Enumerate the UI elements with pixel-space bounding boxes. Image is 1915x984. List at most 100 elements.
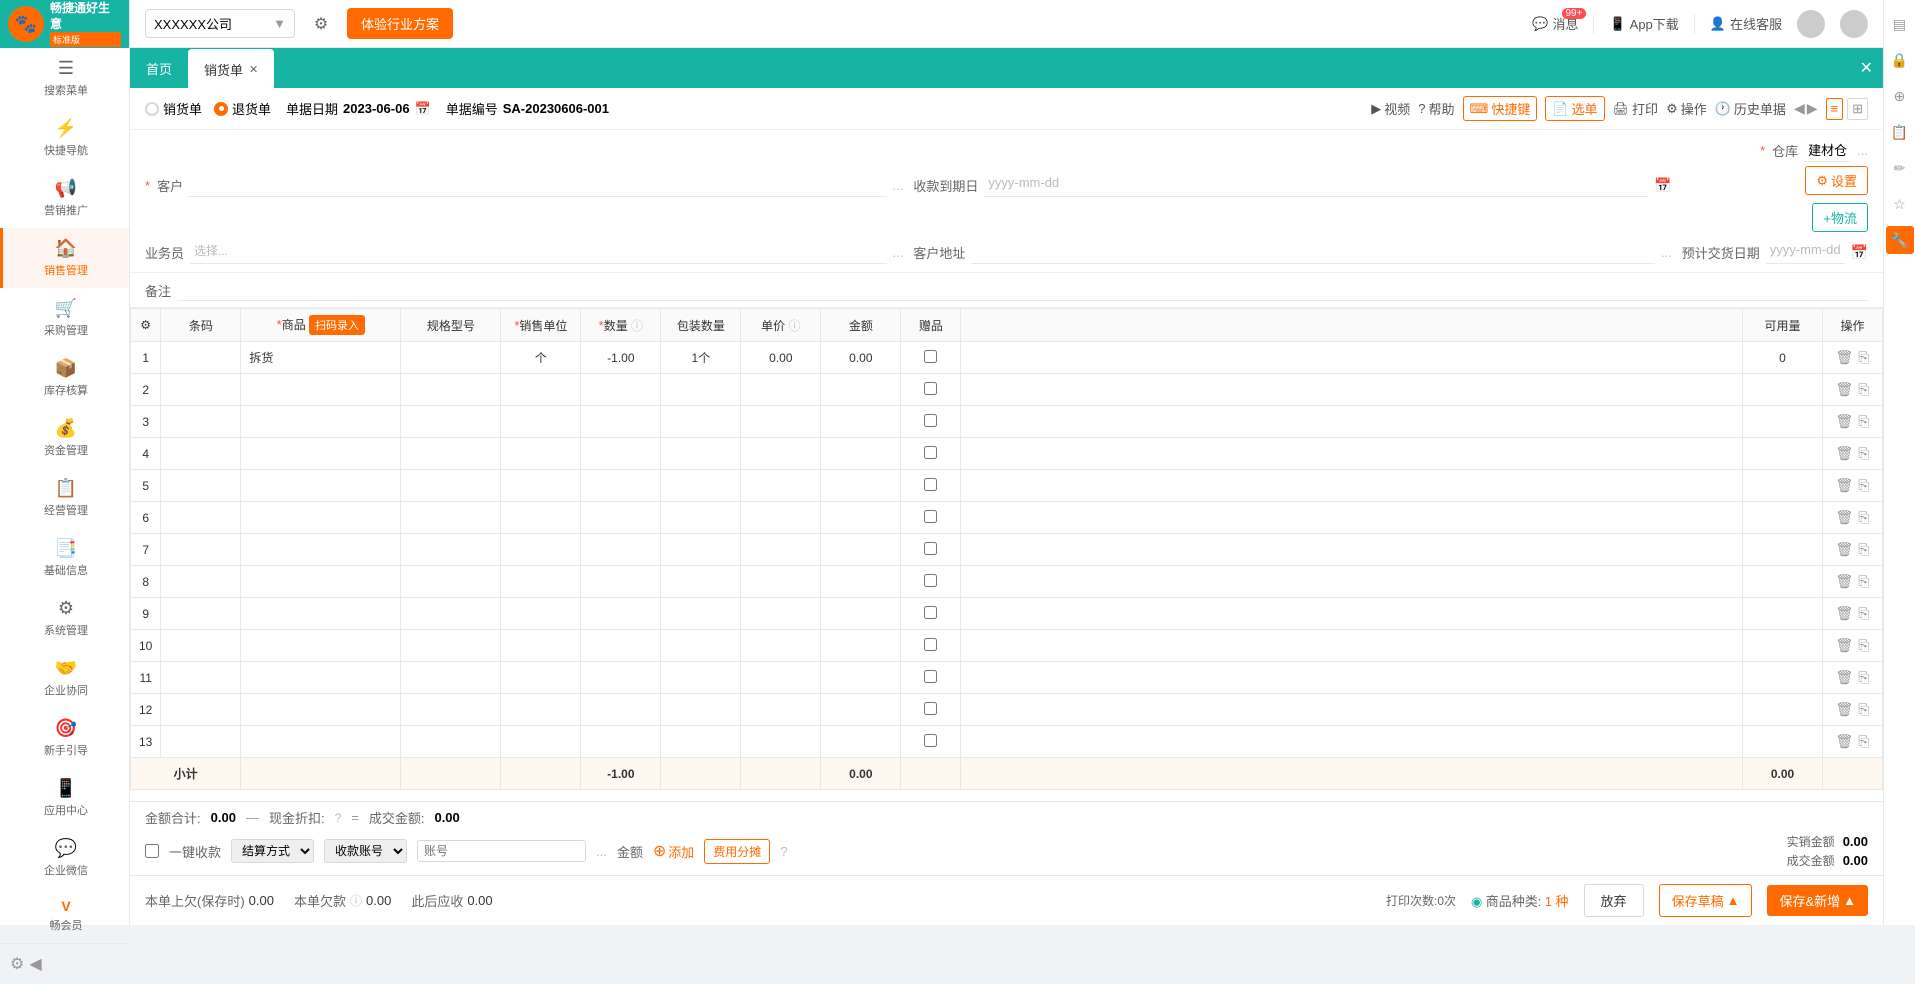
row-barcode[interactable] (161, 662, 241, 694)
row-pkg-qty[interactable] (661, 726, 741, 758)
copy-icon[interactable]: ⎘ (1858, 477, 1869, 494)
salesperson-dots[interactable]: ... (893, 245, 904, 260)
settlement-method-select[interactable]: 结算方式 (231, 839, 314, 863)
row-spec[interactable] (401, 662, 501, 694)
warehouse-input[interactable]: 建材仓 (1804, 138, 1851, 162)
row-spec[interactable] (401, 630, 501, 662)
delete-icon[interactable]: 🗑 (1836, 637, 1854, 654)
right-panel-icon-1[interactable]: ▤ (1886, 10, 1914, 38)
delete-icon[interactable]: 🗑 (1836, 509, 1854, 526)
row-pkg-qty[interactable] (661, 662, 741, 694)
salesperson-input[interactable]: 选择... (190, 240, 887, 264)
history-action[interactable]: 🕐 历史单据 (1715, 99, 1786, 118)
row-amount[interactable] (821, 566, 901, 598)
right-panel-icon-6[interactable]: ☆ (1886, 190, 1914, 218)
row-barcode[interactable] (161, 502, 241, 534)
due-date-input[interactable]: yyyy-mm-dd (984, 173, 1648, 197)
row-amount[interactable]: 0.00 (821, 342, 901, 374)
row-unit[interactable] (501, 726, 581, 758)
row-pkg-qty[interactable] (661, 438, 741, 470)
due-date-calendar-icon[interactable]: 📅 (1654, 177, 1671, 194)
row-qty[interactable] (581, 630, 661, 662)
row-spec[interactable] (401, 534, 501, 566)
row-product[interactable] (241, 438, 401, 470)
radio-sales[interactable]: 销货单 (145, 99, 202, 118)
delete-icon[interactable]: 🗑 (1836, 349, 1854, 366)
next-arrow[interactable]: ▶ (1807, 100, 1818, 117)
row-amount[interactable] (821, 438, 901, 470)
row-gift[interactable] (901, 406, 961, 438)
row-unit[interactable]: 个 (501, 342, 581, 374)
fenpai-button[interactable]: 费用分摊 (704, 839, 770, 864)
delete-icon[interactable]: 🗑 (1836, 477, 1854, 494)
row-product[interactable] (241, 694, 401, 726)
copy-icon[interactable]: ⎘ (1858, 701, 1869, 718)
col-settings[interactable]: ⚙ (131, 309, 161, 342)
user-avatar2[interactable] (1840, 10, 1868, 38)
row-amount[interactable] (821, 374, 901, 406)
app-download-button[interactable]: 📱 App下载 (1609, 14, 1678, 33)
row-pkg-qty[interactable] (661, 534, 741, 566)
copy-icon[interactable]: ⎘ (1858, 733, 1869, 750)
row-qty[interactable]: -1.00 (581, 342, 661, 374)
copy-icon[interactable]: ⎘ (1858, 349, 1869, 366)
row-amount[interactable] (821, 726, 901, 758)
fenpai-help-icon[interactable]: ? (780, 844, 787, 859)
row-qty[interactable] (581, 566, 661, 598)
row-unit[interactable] (501, 566, 581, 598)
row-price[interactable] (741, 630, 821, 662)
row-barcode[interactable] (161, 438, 241, 470)
sidebar-item-vip[interactable]: V 畅会员 (0, 888, 129, 943)
row-qty[interactable] (581, 406, 661, 438)
copy-icon[interactable]: ⎘ (1858, 381, 1869, 398)
scan-button[interactable]: 扫码录入 (309, 315, 365, 335)
one-click-checkbox[interactable] (145, 844, 159, 858)
delete-icon[interactable]: 🗑 (1836, 381, 1854, 398)
sidebar-item-finance[interactable]: 💰 资金管理 (0, 408, 129, 468)
operation-action[interactable]: ⚙ 操作 (1666, 99, 1707, 118)
payment-dots[interactable]: ... (596, 844, 607, 859)
address-dots[interactable]: ... (1661, 245, 1672, 260)
copy-icon[interactable]: ⎘ (1858, 413, 1869, 430)
save-new-button[interactable]: 保存&新增 ▲ (1767, 885, 1868, 916)
tab-home[interactable]: 首页 (130, 48, 188, 88)
radio-return[interactable]: 退货单 (214, 99, 271, 118)
row-gift[interactable] (901, 598, 961, 630)
save-draft-button[interactable]: 保存草稿 ▲ (1659, 884, 1753, 917)
row-qty[interactable] (581, 726, 661, 758)
row-product[interactable] (241, 566, 401, 598)
user-avatar[interactable] (1797, 10, 1825, 38)
row-spec[interactable] (401, 470, 501, 502)
row-price[interactable] (741, 662, 821, 694)
topbar-gear-button[interactable]: ⚙ (305, 8, 337, 40)
row-unit[interactable] (501, 470, 581, 502)
row-qty[interactable] (581, 534, 661, 566)
delete-icon[interactable]: 🗑 (1836, 701, 1854, 718)
row-gift[interactable] (901, 502, 961, 534)
sidebar-item-collab[interactable]: 🤝 企业协同 (0, 648, 129, 708)
row-spec[interactable] (401, 374, 501, 406)
expected-delivery-input[interactable]: yyyy-mm-dd (1766, 240, 1845, 264)
online-service-button[interactable]: 👤 在线客服 (1710, 14, 1782, 33)
row-product[interactable] (241, 630, 401, 662)
delete-icon[interactable]: 🗑 (1836, 413, 1854, 430)
row-price[interactable] (741, 406, 821, 438)
delete-icon[interactable]: 🗑 (1836, 541, 1854, 558)
row-spec[interactable] (401, 598, 501, 630)
tab-close-all[interactable]: ✕ (1860, 58, 1883, 78)
row-amount[interactable] (821, 662, 901, 694)
collapse-icon[interactable]: ◀ (29, 954, 41, 974)
row-price[interactable] (741, 502, 821, 534)
row-unit[interactable] (501, 662, 581, 694)
customer-input[interactable] (189, 173, 886, 197)
row-gift[interactable] (901, 374, 961, 406)
discount-help-icon[interactable]: ? (335, 811, 342, 825)
row-price[interactable] (741, 694, 821, 726)
row-barcode[interactable] (161, 374, 241, 406)
row-barcode[interactable] (161, 630, 241, 662)
logistics-button[interactable]: +物流 (1812, 203, 1868, 232)
right-panel-icon-2[interactable]: 🔒 (1886, 46, 1914, 74)
right-panel-icon-4[interactable]: 📋 (1886, 118, 1914, 146)
row-unit[interactable] (501, 374, 581, 406)
delete-icon[interactable]: 🗑 (1836, 573, 1854, 590)
